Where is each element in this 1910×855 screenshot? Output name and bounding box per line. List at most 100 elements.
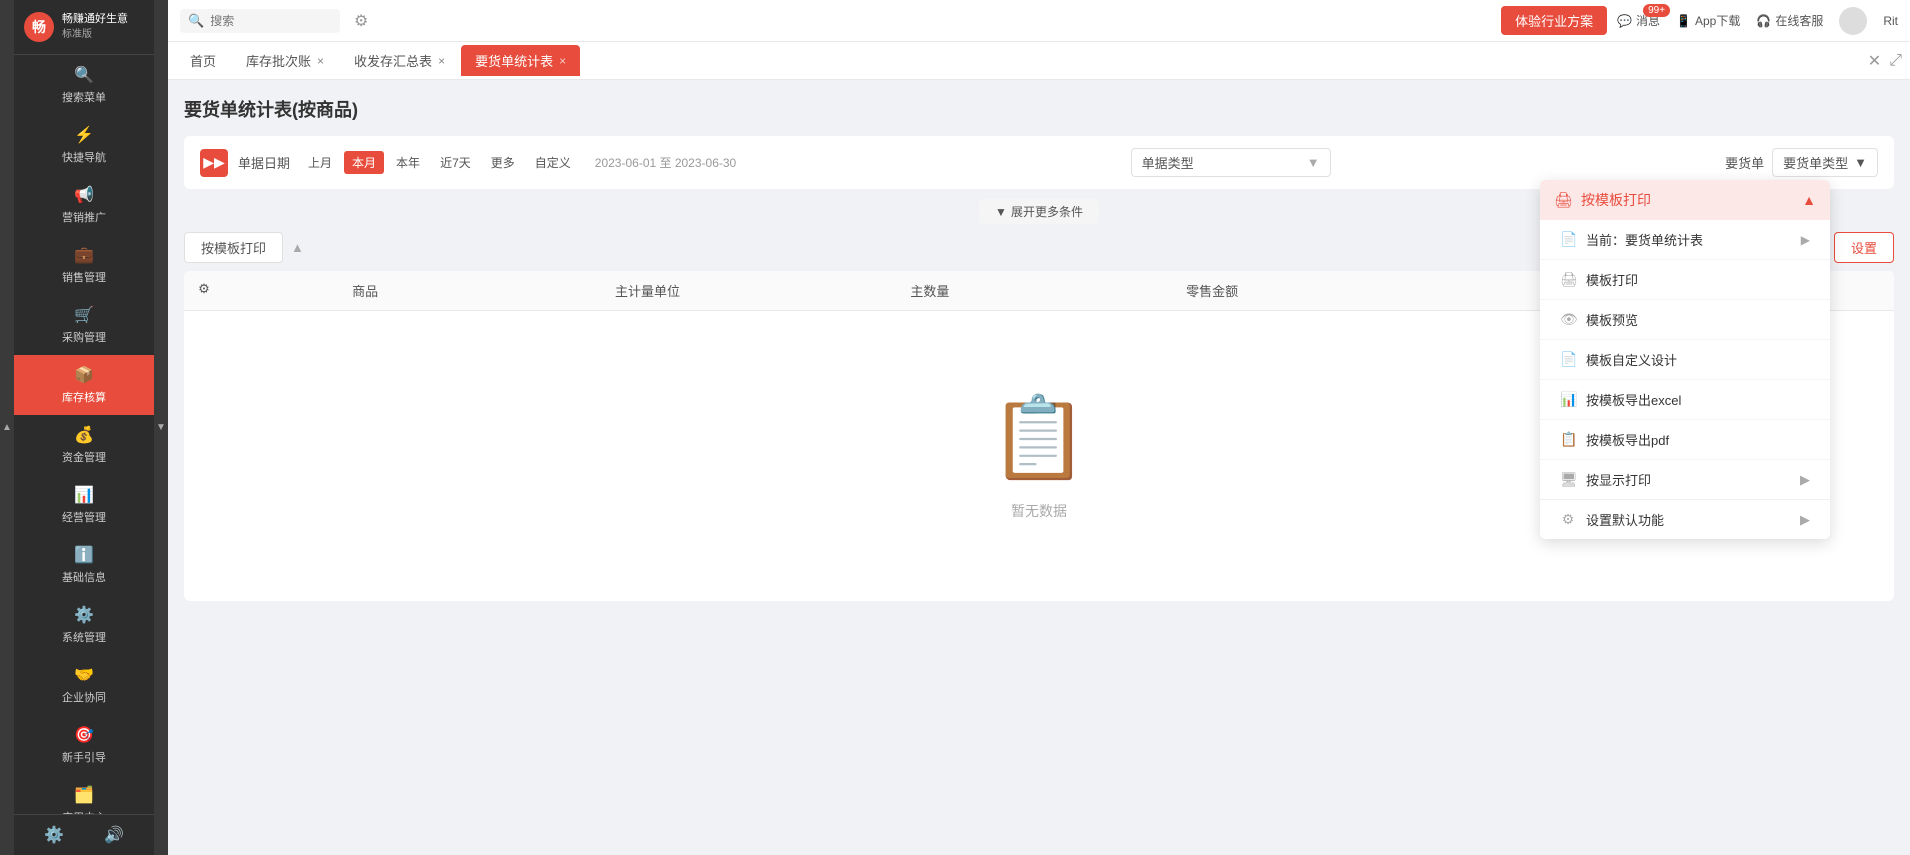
col-amount: 零售金额 (1071, 271, 1353, 310)
template-print-icon: 🖨 (1560, 271, 1576, 288)
app-download-btn[interactable]: 📱 App下载 (1676, 12, 1740, 29)
sidebar-label-collab: 企业协同 (62, 689, 106, 705)
search-input[interactable] (210, 14, 310, 28)
sidebar-item-sales[interactable]: 💼销售管理 (14, 235, 154, 295)
top-header: 🔍 ⚙ 体验行业方案 💬 消息 99+ 📱 App下载 🎧 在线客服 Rit (168, 0, 1910, 42)
sidebar-scroll-up[interactable]: ▲ (0, 0, 14, 855)
date-btn-year[interactable]: 本年 (388, 151, 428, 174)
tab-receivable-close[interactable]: × (438, 54, 445, 68)
sidebar-item-guide[interactable]: 🎯 新手引导 (14, 715, 154, 775)
sidebar-item-operation[interactable]: 📊 经营管理 (14, 475, 154, 535)
dropdown-item-template-custom[interactable]: 📄 模板自定义设计 (1540, 340, 1830, 380)
sidebar-icon-apps: 🗂️ (74, 785, 94, 805)
sidebar-logo: 畅 畅赚通好生意 标准版 (14, 0, 154, 55)
settings-btn[interactable]: ⚙️ (44, 825, 64, 845)
date-btns: 上月 本月 本年 近7天 更多 自定义 (300, 151, 579, 174)
tab-receivable[interactable]: 收发存汇总表 × (340, 45, 459, 76)
expand-more-btn[interactable]: ▼ 展开更多条件 (979, 199, 1099, 224)
date-btn-prev[interactable]: 上月 (300, 151, 340, 174)
dropdown-current[interactable]: 📄 当前：要货单统计表 ▶ (1540, 220, 1830, 260)
sidebar-icon-guide: 🎯 (74, 725, 94, 745)
sidebar-item-marketing[interactable]: 📢营销推广 (14, 175, 154, 235)
sidebar-icon-collab: 🤝 (74, 665, 94, 685)
template-custom-icon: 📄 (1560, 351, 1576, 368)
sidebar-item-inventory[interactable]: 📦库存核算 (14, 355, 154, 415)
type-select-label: 单据类型 (1142, 153, 1194, 172)
sidebar-label-guide: 新手引导 (62, 749, 106, 765)
message-btn[interactable]: 💬 消息 99+ (1617, 12, 1660, 29)
search-icon: 🔍 (188, 13, 204, 29)
dropdown-set-default[interactable]: ⚙ 设置默认功能 ▶ (1540, 499, 1830, 539)
sidebar-scroll-down[interactable]: ▼ (154, 0, 168, 855)
sidebar-item-finance[interactable]: 💰资金管理 (14, 415, 154, 475)
sidebar-item-system[interactable]: ⚙️系统管理 (14, 595, 154, 655)
expand-icon: ▼ (995, 205, 1007, 219)
sidebar-icon-system: ⚙️ (74, 605, 94, 625)
tab-order-stat[interactable]: 要货单统计表 × (461, 45, 580, 76)
sidebar-icon-operation: 📊 (74, 485, 94, 505)
username: Rit (1883, 14, 1898, 28)
gear-icon[interactable]: ⚙ (350, 7, 372, 35)
date-btn-custom[interactable]: 自定义 (527, 151, 579, 174)
sidebar-icon-search: 🔍 (74, 65, 94, 85)
filter-extra: 要货单 要货单类型 ▼ (1725, 148, 1878, 177)
content-area: 要货单统计表(按商品) ▶▶ 单据日期 上月 本月 本年 近7天 更多 自定义 … (168, 80, 1910, 855)
industry-btn[interactable]: 体验行业方案 (1501, 6, 1607, 35)
date-label: 单据日期 (238, 153, 290, 172)
sound-btn[interactable]: 🔊 (104, 825, 124, 845)
sidebar: 畅 畅赚通好生意 标准版 🔍 搜索菜单 ⚡快捷导航📢营销推广💼销售管理🛒采购管理📦库… (14, 0, 154, 855)
dropdown-current-label: 当前：要货单统计表 (1586, 230, 1703, 249)
sidebar-item-collab[interactable]: 🤝 企业协同 (14, 655, 154, 715)
print-btn[interactable]: 按模板打印 (184, 232, 283, 263)
sidebar-item-shortcut[interactable]: ⚡快捷导航 (14, 115, 154, 175)
tab-close-all[interactable]: ✕ (1868, 51, 1881, 71)
dropdown-item-template-print[interactable]: 🖨 模板打印 (1540, 260, 1830, 300)
message-badge: 99+ (1643, 4, 1670, 17)
type-select[interactable]: 单据类型 ▼ (1131, 148, 1331, 177)
col-gear[interactable]: ⚙ (184, 271, 224, 310)
tab-batch-close[interactable]: × (317, 54, 324, 68)
current-arrow: ▶ (1801, 233, 1810, 247)
tab-order-stat-close[interactable]: × (559, 54, 566, 68)
sidebar-label-sales: 销售管理 (62, 269, 106, 285)
main-area: 🔍 ⚙ 体验行业方案 💬 消息 99+ 📱 App下载 🎧 在线客服 Rit (168, 0, 1910, 855)
col-qty: 主数量 (789, 271, 1071, 310)
tab-home[interactable]: 首页 (176, 45, 230, 76)
message-icon: 💬 (1617, 14, 1632, 28)
tabs-right: ✕ ⤢ (1868, 51, 1902, 71)
dropdown-display-print[interactable]: 🖥 按显示打印 ▶ (1540, 460, 1830, 499)
sidebar-label-finance: 资金管理 (62, 449, 106, 465)
avatar[interactable] (1839, 7, 1867, 35)
date-range: 2023-06-01 至 2023-06-30 (595, 154, 736, 171)
tab-batch[interactable]: 库存批次账 × (232, 45, 338, 76)
set-default-icon: ⚙ (1560, 511, 1576, 528)
search-bar[interactable]: 🔍 (180, 9, 340, 33)
dropdown-close-btn[interactable]: ▲ (1802, 192, 1816, 208)
extra-select[interactable]: 要货单类型 ▼ (1772, 148, 1878, 177)
toolbar-arrow-icon[interactable]: ▲ (291, 240, 304, 255)
dropdown-item-export-excel[interactable]: 📊 按模板导出excel (1540, 380, 1830, 420)
sidebar-label-shortcut: 快捷导航 (62, 149, 106, 165)
display-print-arrow: ▶ (1800, 472, 1810, 488)
sidebar-label-operation: 经营管理 (62, 509, 106, 525)
sidebar-item-apps[interactable]: 🗂️应用中心 (14, 775, 154, 814)
sidebar-label-search: 搜索菜单 (62, 89, 106, 105)
dropdown-item-template-preview[interactable]: 👁 模板预览 (1540, 300, 1830, 340)
settings-btn[interactable]: 设置 (1834, 232, 1894, 263)
sidebar-item-purchase[interactable]: 🛒采购管理 (14, 295, 154, 355)
template-preview-icon: 👁 (1560, 311, 1576, 328)
dropdown-item-export-pdf[interactable]: 📋 按模板导出pdf (1540, 420, 1830, 460)
date-btn-7days[interactable]: 近7天 (432, 151, 479, 174)
date-btn-more[interactable]: 更多 (483, 151, 523, 174)
online-service-btn[interactable]: 🎧 在线客服 (1756, 12, 1823, 29)
sidebar-item-base[interactable]: ℹ️基础信息 (14, 535, 154, 595)
set-default-arrow: ▶ (1800, 512, 1810, 528)
filter-expand-btn[interactable]: ▶▶ (200, 149, 228, 177)
date-btn-curr[interactable]: 本月 (344, 151, 384, 174)
sidebar-item-search[interactable]: 🔍 搜索菜单 (14, 55, 154, 115)
sidebar-bottom: ⚙️ 🔊 (14, 814, 154, 855)
sidebar-icon-purchase: 🛒 (74, 305, 94, 325)
col-unit: 主计量单位 (506, 271, 788, 310)
tab-expand[interactable]: ⤢ (1889, 52, 1902, 70)
dropdown-header: 🖨 按模板打印 ▲ (1540, 180, 1830, 220)
